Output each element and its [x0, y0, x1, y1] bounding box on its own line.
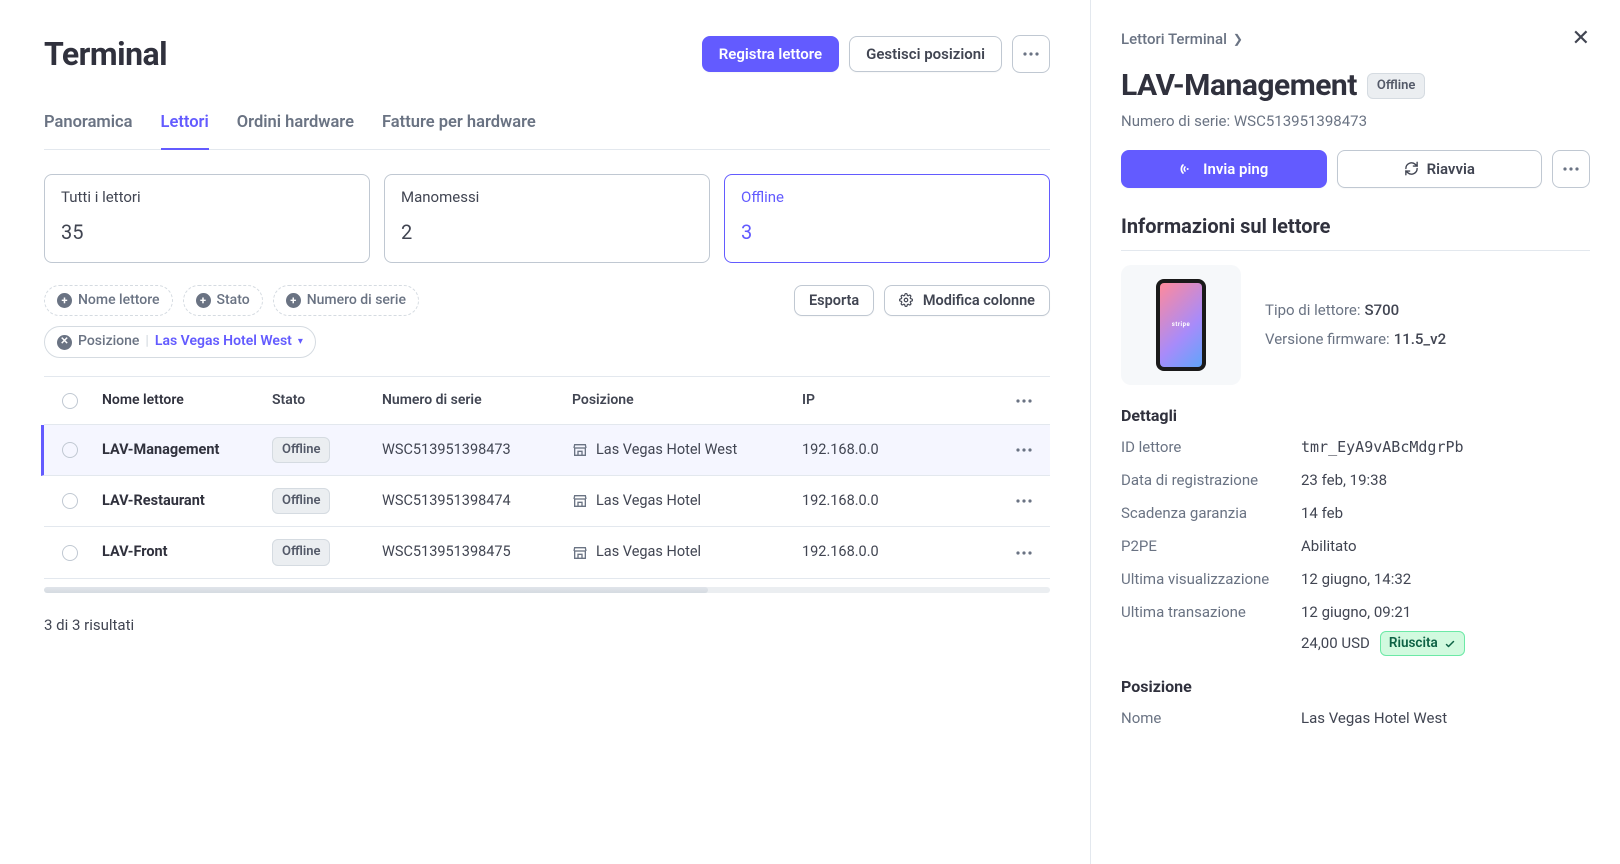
filter-chip-nome[interactable]: +Nome lettore: [44, 285, 173, 317]
row-more-icon[interactable]: [1006, 487, 1046, 515]
filter-chip-applied[interactable]: ✕Posizione|Las Vegas Hotel West▾: [44, 326, 316, 358]
plus-icon: +: [57, 293, 72, 308]
tab-panoramica[interactable]: Panoramica: [44, 105, 133, 150]
side-more-icon[interactable]: [1552, 150, 1590, 188]
status-badge: Offline: [272, 488, 330, 514]
row-name: LAV-Front: [92, 530, 262, 574]
row-ip: 192.168.0.0: [792, 530, 912, 574]
stat-tampered[interactable]: Manomessi2: [384, 174, 710, 263]
col-ip[interactable]: IP: [792, 379, 912, 423]
chevron-right-icon: ❯: [1233, 31, 1243, 48]
row-checkbox[interactable]: [62, 493, 78, 509]
edit-columns-button[interactable]: Modifica colonne: [884, 285, 1050, 316]
tabs: Panoramica Lettori Ordini hardware Fatture …: [44, 105, 1050, 150]
gear-icon: [899, 292, 917, 309]
row-location: Las Vegas Hotel West: [562, 428, 792, 472]
table-row[interactable]: LAV-Restaurant Offline WSC513951398474Las …: [44, 476, 1050, 527]
tab-fatture[interactable]: Fatture per hardware: [382, 105, 536, 150]
refresh-icon: [1404, 161, 1419, 176]
row-more-icon[interactable]: [1006, 436, 1046, 464]
export-button[interactable]: Esporta: [794, 285, 874, 316]
close-icon[interactable]: ✕: [1572, 24, 1590, 55]
status-badge: Offline: [1367, 73, 1425, 99]
filter-chip-stato[interactable]: +Stato: [183, 285, 263, 317]
page-title: Terminal: [44, 32, 167, 77]
col-location[interactable]: Posizione: [562, 379, 792, 423]
breadcrumb[interactable]: Lettori Terminal ❯: [1121, 29, 1243, 50]
check-icon: [1444, 638, 1456, 650]
row-checkbox[interactable]: [62, 545, 78, 561]
reader-title: LAV-Management: [1121, 65, 1357, 107]
restart-button[interactable]: Riavvia: [1337, 150, 1543, 188]
status-badge: Offline: [272, 437, 330, 463]
chevron-down-icon: ▾: [298, 335, 303, 349]
results-count: 3 di 3 risultati: [44, 615, 1050, 636]
success-pill: Riuscita: [1380, 631, 1465, 656]
stat-cards: Tutti i lettori35Manomessi2Offline3: [44, 174, 1050, 263]
plus-icon: +: [196, 293, 211, 308]
stat-all[interactable]: Tutti i lettori35: [44, 174, 370, 263]
row-name: LAV-Restaurant: [92, 479, 262, 523]
location-grid: NomeLas Vegas Hotel West: [1121, 708, 1590, 729]
row-ip: 192.168.0.0: [792, 428, 912, 472]
row-serial: WSC513951398473: [372, 428, 562, 472]
row-name: LAV-Management: [92, 428, 262, 472]
info-heading: Informazioni sul lettore: [1121, 212, 1590, 251]
remove-icon[interactable]: ✕: [57, 335, 72, 350]
location-heading: Posizione: [1121, 676, 1590, 698]
row-ip: 192.168.0.0: [792, 479, 912, 523]
manage-locations-button[interactable]: Gestisci posizioni: [849, 36, 1002, 72]
plus-icon: +: [286, 293, 301, 308]
row-checkbox[interactable]: [62, 442, 78, 458]
select-all-checkbox[interactable]: [62, 393, 78, 409]
row-location: Las Vegas Hotel: [562, 530, 792, 574]
filter-chip-serie[interactable]: +Numero di serie: [273, 285, 419, 317]
details-heading: Dettagli: [1121, 405, 1590, 427]
table-row[interactable]: LAV-Management Offline WSC513951398473Las …: [41, 425, 1050, 476]
row-more-icon[interactable]: [1006, 539, 1046, 567]
details-grid: ID lettoretmr_EyA9vABcMdgrPb Data di reg…: [1121, 437, 1590, 656]
row-serial: WSC513951398474: [372, 479, 562, 523]
col-name[interactable]: Nome lettore: [92, 379, 262, 423]
col-serial[interactable]: Numero di serie: [372, 379, 562, 423]
broadcast-icon: [1179, 161, 1195, 177]
col-status[interactable]: Stato: [262, 379, 372, 423]
last-tx-amount: 24,00 USD: [1301, 633, 1370, 654]
horizontal-scrollbar[interactable]: [44, 587, 1050, 593]
stat-offline[interactable]: Offline3: [724, 174, 1050, 263]
register-reader-button[interactable]: Registra lettore: [702, 36, 839, 72]
table-row[interactable]: LAV-Front Offline WSC513951398475Las Vegas…: [44, 527, 1050, 578]
header-more-icon[interactable]: [1006, 387, 1046, 415]
send-ping-button[interactable]: Invia ping: [1121, 150, 1327, 188]
row-serial: WSC513951398475: [372, 530, 562, 574]
table-header: Nome lettore Stato Numero di serie Posiz…: [44, 377, 1050, 425]
device-image: stripe: [1121, 265, 1241, 385]
more-icon[interactable]: [1012, 35, 1050, 73]
tab-lettori[interactable]: Lettori: [161, 105, 209, 150]
status-badge: Offline: [272, 539, 330, 565]
serial-line: Numero di serie: WSC513951398473: [1121, 111, 1590, 132]
row-location: Las Vegas Hotel: [562, 479, 792, 523]
tab-ordini[interactable]: Ordini hardware: [237, 105, 354, 150]
readers-table: Nome lettore Stato Numero di serie Posiz…: [44, 376, 1050, 593]
